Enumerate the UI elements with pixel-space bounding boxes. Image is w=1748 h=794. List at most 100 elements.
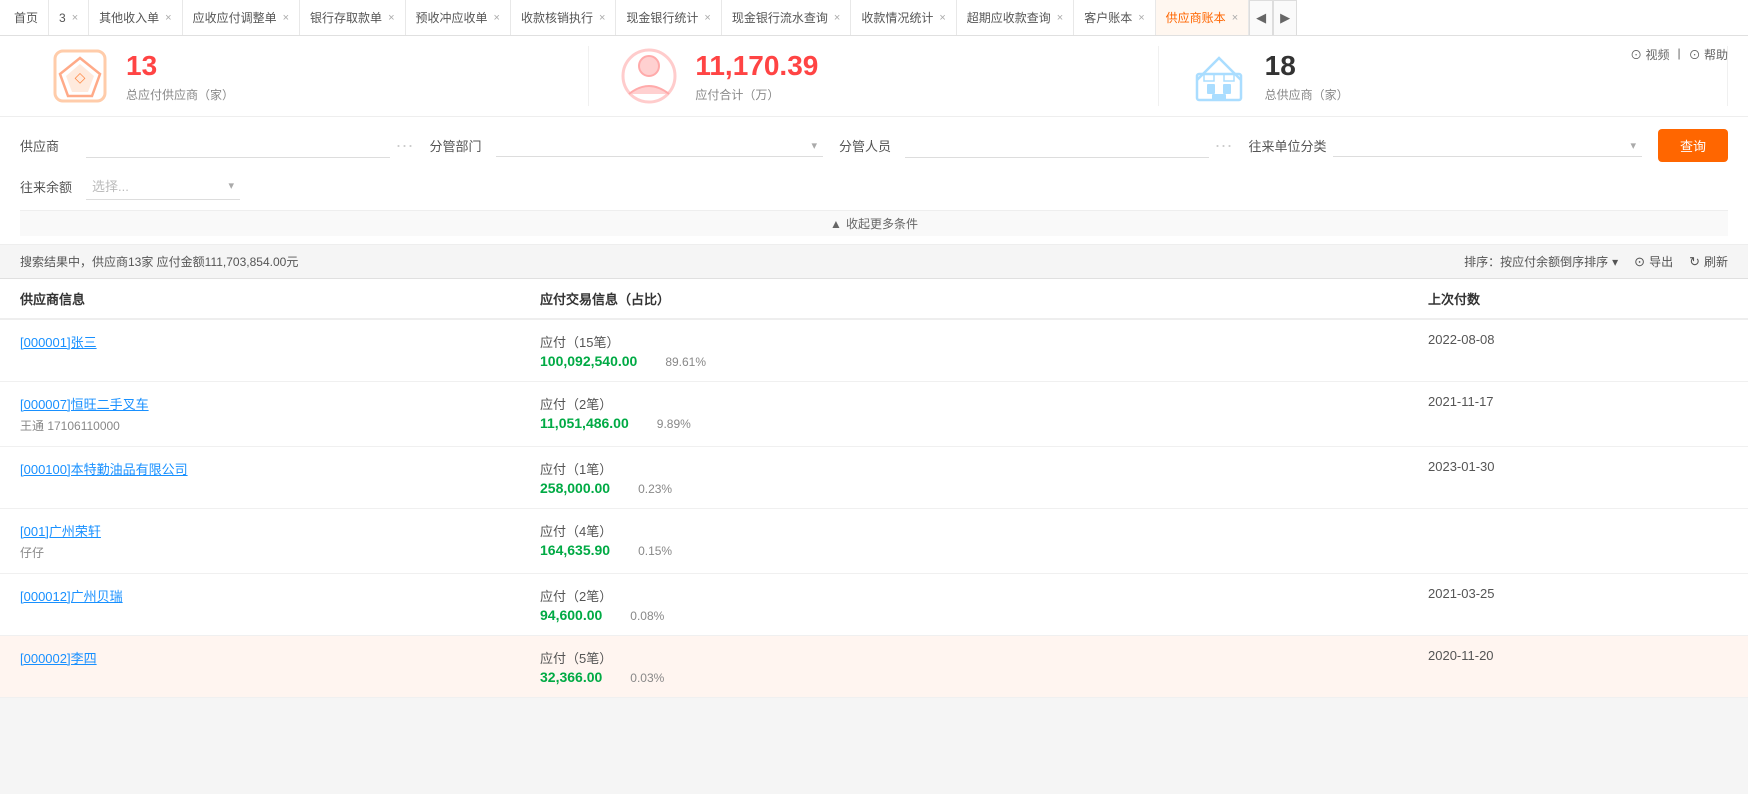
refresh-button[interactable]: ↻ 刷新 [1689, 253, 1728, 270]
nav-tab-other-income-close[interactable]: × [165, 12, 171, 24]
nav-tab-prepay-ar[interactable]: 预收冲应收单 × [406, 0, 511, 36]
transaction-amount-000012[interactable]: 94,600.00 [540, 607, 602, 623]
supplier-dots-icon[interactable]: ··· [396, 135, 414, 156]
supplier-link-000002[interactable]: [000002]李四 [20, 651, 97, 666]
ap-amount-info: 11,170.39 应付合计（万） [695, 49, 1127, 104]
transaction-row-000001: 100,092,540.00 89.61% [540, 351, 1428, 369]
export-label: 导出 [1649, 253, 1673, 270]
filter-person: 分管人员 ··· [839, 134, 1233, 158]
nav-tab-customer-ledger-close[interactable]: × [1138, 12, 1144, 24]
nav-tab-bank-deposit-close[interactable]: × [388, 12, 394, 24]
nav-tab-other-income[interactable]: 其他收入单 × [89, 0, 182, 36]
transaction-row-000100: 258,000.00 0.23% [540, 478, 1428, 496]
nav-tab-customer-ledger[interactable]: 客户账本 × [1074, 0, 1155, 36]
transaction-count-000100: 应付（1笔） [540, 459, 1428, 478]
transaction-count-000007: 应付（2笔） [540, 394, 1428, 413]
nav-tab-bank-deposit-label: 银行存取款单 [310, 9, 382, 26]
supplier-link-000012[interactable]: [000012]广州贝瑞 [20, 589, 123, 604]
last-payment-col-000007: 2021-11-17 [1428, 394, 1728, 409]
supplier-col-001: [001]广州荣轩 仔仔 [20, 521, 540, 561]
supplier-link-000100[interactable]: [000100]本特勤油品有限公司 [20, 462, 188, 477]
nav-tab-receipt-stat-close[interactable]: × [939, 12, 945, 24]
supplier-link-000001[interactable]: [000001]张三 [20, 335, 97, 350]
nav-tab-cash-bank-query[interactable]: 现金银行流水查询 × [722, 0, 851, 36]
nav-tab-cash-bank-query-label: 现金银行流水查询 [732, 9, 828, 26]
filter-unit-type: 往来单位分类 ▾ [1249, 135, 1643, 157]
person-input[interactable] [905, 134, 1209, 158]
supplier-input[interactable] [86, 134, 390, 158]
nav-tab-prepay-ar-label: 预收冲应收单 [416, 9, 488, 26]
supplier-sub-000007: 王通 17106110000 [20, 417, 540, 434]
nav-tab-3[interactable]: 3 × [49, 0, 89, 36]
nav-tab-home[interactable]: 首页 [4, 0, 49, 36]
nav-tab-cash-bank-stat-close[interactable]: × [704, 12, 710, 24]
nav-tab-overdue-query-close[interactable]: × [1057, 12, 1063, 24]
result-actions: 排序：按应付余额倒序排序 ▾ ⊙ 导出 ↻ 刷新 [1464, 253, 1728, 270]
transaction-row-000012: 94,600.00 0.08% [540, 605, 1428, 623]
transaction-col-000001: 应付（15笔） 100,092,540.00 89.61% [540, 332, 1428, 369]
person-dots-icon[interactable]: ··· [1215, 135, 1233, 156]
nav-tab-overdue-query[interactable]: 超期应收款查询 × [957, 0, 1074, 36]
nav-tab-home-label: 首页 [14, 9, 38, 26]
nav-tab-other-income-label: 其他收入单 [99, 9, 159, 26]
nav-tab-receipt-exec[interactable]: 收款核销执行 × [511, 0, 616, 36]
supplier-link-000007[interactable]: [000007]恒旺二手叉车 [20, 397, 149, 412]
export-icon: ⊙ [1634, 254, 1645, 270]
filter-balance-label: 往来余额 [20, 177, 80, 196]
filter-person-label: 分管人员 [839, 136, 899, 155]
help-link[interactable]: ⊙ 帮助 [1689, 46, 1728, 63]
transaction-amount-000001[interactable]: 100,092,540.00 [540, 353, 637, 369]
table-row: [000012]广州贝瑞 应付（2笔） 94,600.00 0.08% 2021… [0, 574, 1748, 636]
transaction-percent-000001: 89.61% [665, 355, 706, 369]
nav-tab-ar-ap-adjust[interactable]: 应收应付调整单 × [183, 0, 300, 36]
video-link[interactable]: ⊙ 视频 [1630, 46, 1669, 63]
nav-tab-cash-bank-stat[interactable]: 现金银行统计 × [616, 0, 721, 36]
total-suppliers-icon [1189, 46, 1249, 106]
nav-tab-cash-bank-query-close[interactable]: × [834, 12, 840, 24]
ap-suppliers-info: 13 总应付供应商（家） [126, 49, 558, 104]
last-payment-value-000007: 2021-11-17 [1428, 394, 1494, 409]
transaction-amount-000007[interactable]: 11,051,486.00 [540, 415, 629, 431]
filter-row-1: 供应商 ··· 分管部门 ▾ 分管人员 ··· 往来单位分类 ▾ 查询 [20, 129, 1728, 162]
unit-type-select[interactable]: ▾ [1333, 135, 1642, 157]
nav-tab-cash-bank-stat-label: 现金银行统计 [626, 9, 698, 26]
collapse-button[interactable]: ▲ 收起更多条件 [20, 210, 1728, 236]
nav-prev-arrow[interactable]: ◀ [1249, 0, 1273, 36]
transaction-row-000007: 11,051,486.00 9.89% [540, 413, 1428, 431]
nav-tab-supplier-ledger-close[interactable]: × [1232, 12, 1238, 24]
nav-tab-ar-ap-adjust-close[interactable]: × [283, 12, 289, 24]
summary-bar: ◇ 13 总应付供应商（家） 11,170.39 应付合计（万） [0, 36, 1748, 117]
last-payment-col-000002: 2020-11-20 [1428, 648, 1728, 663]
nav-tab-bank-deposit[interactable]: 银行存取款单 × [300, 0, 405, 36]
transaction-col-000012: 应付（2笔） 94,600.00 0.08% [540, 586, 1428, 623]
transaction-amount-001[interactable]: 164,635.90 [540, 542, 610, 558]
dept-select[interactable]: ▾ [496, 135, 824, 157]
balance-select[interactable]: 选择... ▾ [86, 172, 240, 200]
transaction-percent-000007: 9.89% [657, 417, 691, 431]
nav-tab-customer-ledger-label: 客户账本 [1084, 9, 1132, 26]
dept-chevron-icon: ▾ [811, 139, 817, 152]
transaction-col-001: 应付（4笔） 164,635.90 0.15% [540, 521, 1428, 558]
last-payment-col-000012: 2021-03-25 [1428, 586, 1728, 601]
nav-tab-supplier-ledger-label: 供应商账本 [1166, 9, 1226, 26]
summary-card-ap-suppliers: ◇ 13 总应付供应商（家） [20, 46, 589, 106]
supplier-link-001[interactable]: [001]广州荣轩 [20, 524, 101, 539]
nav-tab-3-close[interactable]: × [72, 12, 78, 24]
balance-chevron-icon: ▾ [228, 179, 234, 192]
nav-tab-prepay-ar-close[interactable]: × [494, 12, 500, 24]
transaction-amount-000100[interactable]: 258,000.00 [540, 480, 610, 496]
nav-next-arrow[interactable]: ▶ [1273, 0, 1297, 36]
nav-tab-receipt-exec-close[interactable]: × [599, 12, 605, 24]
table-row: [000001]张三 应付（15笔） 100,092,540.00 89.61%… [0, 320, 1748, 382]
nav-tab-supplier-ledger[interactable]: 供应商账本 × [1156, 0, 1249, 36]
refresh-label: 刷新 [1704, 253, 1728, 270]
nav-tab-receipt-stat[interactable]: 收款情况统计 × [851, 0, 956, 36]
summary-card-ap-amount: 11,170.39 应付合计（万） [589, 46, 1158, 106]
sort-dropdown[interactable]: 排序：按应付余额倒序排序 ▾ [1464, 253, 1618, 270]
last-payment-value-000002: 2020-11-20 [1428, 648, 1494, 663]
export-button[interactable]: ⊙ 导出 [1634, 253, 1673, 270]
filter-area: 供应商 ··· 分管部门 ▾ 分管人员 ··· 往来单位分类 ▾ 查询 [0, 117, 1748, 245]
transaction-count-000002: 应付（5笔） [540, 648, 1428, 667]
transaction-amount-000002[interactable]: 32,366.00 [540, 669, 602, 685]
search-button[interactable]: 查询 [1658, 129, 1728, 162]
